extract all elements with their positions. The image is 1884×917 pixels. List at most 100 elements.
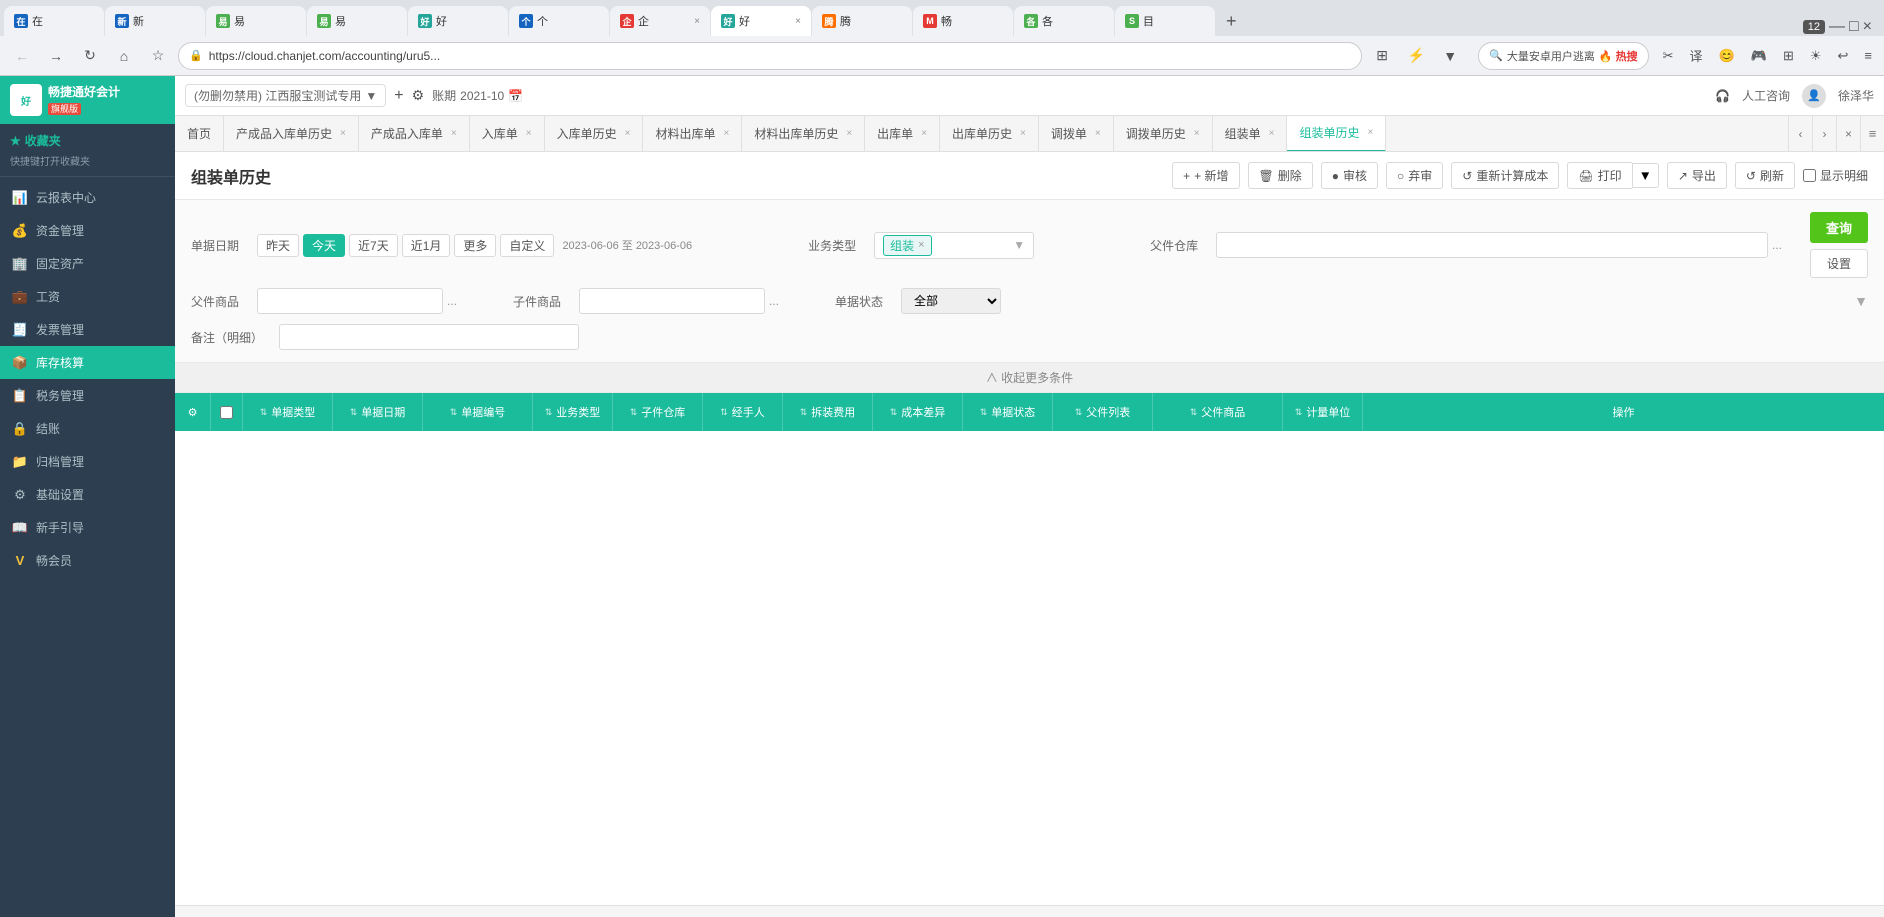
sidebar-item-invoice[interactable]: 🧾 发票管理	[0, 313, 175, 346]
sidebar-item-inventory[interactable]: 📦 库存核算	[0, 346, 175, 379]
nav-tab-transfer-history[interactable]: 调拨单历史 ×	[1114, 116, 1213, 152]
th-disassemble-cost[interactable]: ⇅ 拆装费用	[783, 393, 873, 431]
sidebar-item-guide[interactable]: 📖 新手引导	[0, 511, 175, 544]
sun-tool[interactable]: ☀	[1806, 46, 1826, 66]
nav-tab-close-transfer-history[interactable]: ×	[1194, 128, 1200, 139]
nav-tabs-close-current[interactable]: ×	[1836, 116, 1860, 152]
th-settings[interactable]: ⚙	[175, 393, 211, 431]
date-btn-7days[interactable]: 近7天	[349, 234, 398, 257]
nav-tab-material-out-history[interactable]: 材料出库单历史 ×	[742, 116, 865, 152]
browser-tab-10[interactable]: M 畅	[913, 6, 1013, 36]
sidebar-item-close-accounts[interactable]: 🔒 结账	[0, 412, 175, 445]
nav-tab-receipt[interactable]: 入库单 ×	[470, 116, 545, 152]
browser-tab-8[interactable]: 好 好 ×	[711, 6, 811, 36]
new-tab-button[interactable]: +	[1216, 6, 1248, 36]
abandon-button[interactable]: ○ 弃审	[1386, 162, 1443, 189]
biz-type-filter-input[interactable]: 组装 × ▼	[874, 232, 1034, 259]
nav-tab-close-transfer[interactable]: ×	[1095, 128, 1101, 139]
review-button[interactable]: ● 审核	[1321, 162, 1378, 189]
date-btn-custom[interactable]: 自定义	[500, 234, 554, 257]
order-status-select[interactable]: 全部 待审核 已审核	[901, 288, 1001, 314]
child-goods-input[interactable]	[579, 288, 765, 314]
menu-tool[interactable]: ≡	[1860, 46, 1876, 65]
tab-close-7[interactable]: ×	[694, 16, 700, 27]
browser-tab-1[interactable]: 在 在	[4, 6, 104, 36]
home-button[interactable]: ⌂	[110, 42, 138, 70]
browser-tab-2[interactable]: 新 新	[105, 6, 205, 36]
browser-tab-7[interactable]: 企 企 ×	[610, 6, 710, 36]
sidebar-item-member[interactable]: V 畅会员	[0, 544, 175, 577]
show-detail-checkbox[interactable]	[1803, 169, 1816, 182]
emoji-tool[interactable]: 😊	[1715, 46, 1739, 66]
th-child-warehouse[interactable]: ⇅ 子件仓库	[613, 393, 703, 431]
refresh-button[interactable]: ↺ 刷新	[1735, 162, 1795, 189]
nav-tab-transfer[interactable]: 调拨单 ×	[1039, 116, 1114, 152]
browser-search-bar[interactable]: 🔍 大量安卓用户逃离 🔥 热搜	[1478, 42, 1648, 70]
nav-tab-product-in[interactable]: 产成品入库单 ×	[359, 116, 470, 152]
user-service-text[interactable]: 人工咨询	[1742, 87, 1790, 104]
nav-tab-assembly-history[interactable]: 组装单历史 ×	[1287, 116, 1386, 152]
translate-tool[interactable]: 译	[1686, 44, 1707, 67]
lightning-button[interactable]: ⚡	[1402, 42, 1430, 70]
parent-warehouse-more-btn[interactable]: ...	[1772, 238, 1782, 252]
sidebar-item-cloud-report[interactable]: 📊 云报表中心	[0, 181, 175, 214]
th-unit[interactable]: ⇅ 计量单位	[1283, 393, 1363, 431]
th-cost-diff[interactable]: ⇅ 成本差异	[873, 393, 963, 431]
nav-tab-close-material-out-history[interactable]: ×	[846, 128, 852, 139]
nav-tab-close-issue[interactable]: ×	[921, 128, 927, 139]
nav-tab-close-product-in-history[interactable]: ×	[340, 128, 346, 139]
th-biz-type[interactable]: ⇅ 业务类型	[533, 393, 613, 431]
th-order-number[interactable]: ⇅ 单据编号	[423, 393, 533, 431]
print-button[interactable]: 🖨 打印	[1567, 162, 1631, 189]
date-btn-more[interactable]: 更多	[454, 234, 496, 257]
game-tool[interactable]: 🎮	[1747, 46, 1771, 66]
qr-code-button[interactable]: ⊞	[1368, 42, 1396, 70]
new-button[interactable]: + + 新增	[1172, 162, 1239, 189]
child-goods-more-btn[interactable]: ...	[769, 294, 779, 308]
sidebar-item-payroll[interactable]: 💼 工资	[0, 280, 175, 313]
nav-tab-close-assembly[interactable]: ×	[1269, 128, 1275, 139]
browser-tab-4[interactable]: 易 易	[307, 6, 407, 36]
browser-tab-11[interactable]: 各 各	[1014, 6, 1114, 36]
close-button[interactable]: ×	[1863, 18, 1872, 36]
tab-close-8[interactable]: ×	[795, 16, 801, 27]
th-order-type[interactable]: ⇅ 单据类型	[243, 393, 333, 431]
browser-tab-5[interactable]: 好 好	[408, 6, 508, 36]
th-handler[interactable]: ⇅ 经手人	[703, 393, 783, 431]
nav-tab-material-out[interactable]: 材料出库单 ×	[643, 116, 742, 152]
th-parent-list[interactable]: ⇅ 父件列表	[1053, 393, 1153, 431]
minimize-button[interactable]: —	[1829, 18, 1845, 36]
nav-tabs-next[interactable]: ›	[1812, 116, 1836, 152]
nav-tab-issue-history[interactable]: 出库单历史 ×	[940, 116, 1039, 152]
nav-tab-close-material-out[interactable]: ×	[723, 128, 729, 139]
th-order-status[interactable]: ⇅ 单据状态	[963, 393, 1053, 431]
th-order-date[interactable]: ⇅ 单据日期	[333, 393, 423, 431]
settings-gear-button[interactable]: ⚙	[412, 87, 425, 104]
date-btn-today[interactable]: 今天	[303, 234, 345, 257]
period-selector[interactable]: 账期 2021-10 📅	[432, 87, 523, 104]
horizontal-scrollbar[interactable]	[175, 905, 1884, 917]
order-status-dropdown-arrow[interactable]: ▼	[1854, 293, 1868, 309]
nav-tab-issue[interactable]: 出库单 ×	[865, 116, 940, 152]
browser-tab-3[interactable]: 易 易	[206, 6, 306, 36]
nav-tab-receipt-history[interactable]: 入库单历史 ×	[545, 116, 644, 152]
browser-tab-6[interactable]: 个 个	[509, 6, 609, 36]
forward-button[interactable]: →	[42, 42, 70, 70]
th-checkbox[interactable]	[211, 393, 243, 431]
nav-tab-assembly[interactable]: 组装单 ×	[1213, 116, 1288, 152]
parent-goods-input[interactable]	[257, 288, 443, 314]
print-dropdown-arrow[interactable]: ▼	[1632, 163, 1659, 188]
date-btn-1month[interactable]: 近1月	[402, 234, 451, 257]
sidebar-item-fund[interactable]: 💰 资金管理	[0, 214, 175, 247]
biz-type-dropdown-icon[interactable]: ▼	[1013, 238, 1025, 252]
setup-button[interactable]: 设置	[1810, 249, 1868, 278]
back-button[interactable]: ←	[8, 42, 36, 70]
address-bar[interactable]: 🔒 https://cloud.chanjet.com/accounting/u…	[178, 42, 1362, 70]
nav-tab-home[interactable]: 首页	[175, 116, 224, 152]
favorites-hint[interactable]: 快捷键打开收藏夹	[10, 153, 165, 168]
sidebar-item-fixed-assets[interactable]: 🏢 固定资产	[0, 247, 175, 280]
biz-type-tag-remove[interactable]: ×	[918, 239, 924, 251]
select-all-checkbox[interactable]	[220, 406, 233, 419]
company-selector[interactable]: (勿删勿禁用) 江西服宝测试专用 ▼	[185, 84, 386, 107]
nav-tab-close-product-in[interactable]: ×	[451, 128, 457, 139]
